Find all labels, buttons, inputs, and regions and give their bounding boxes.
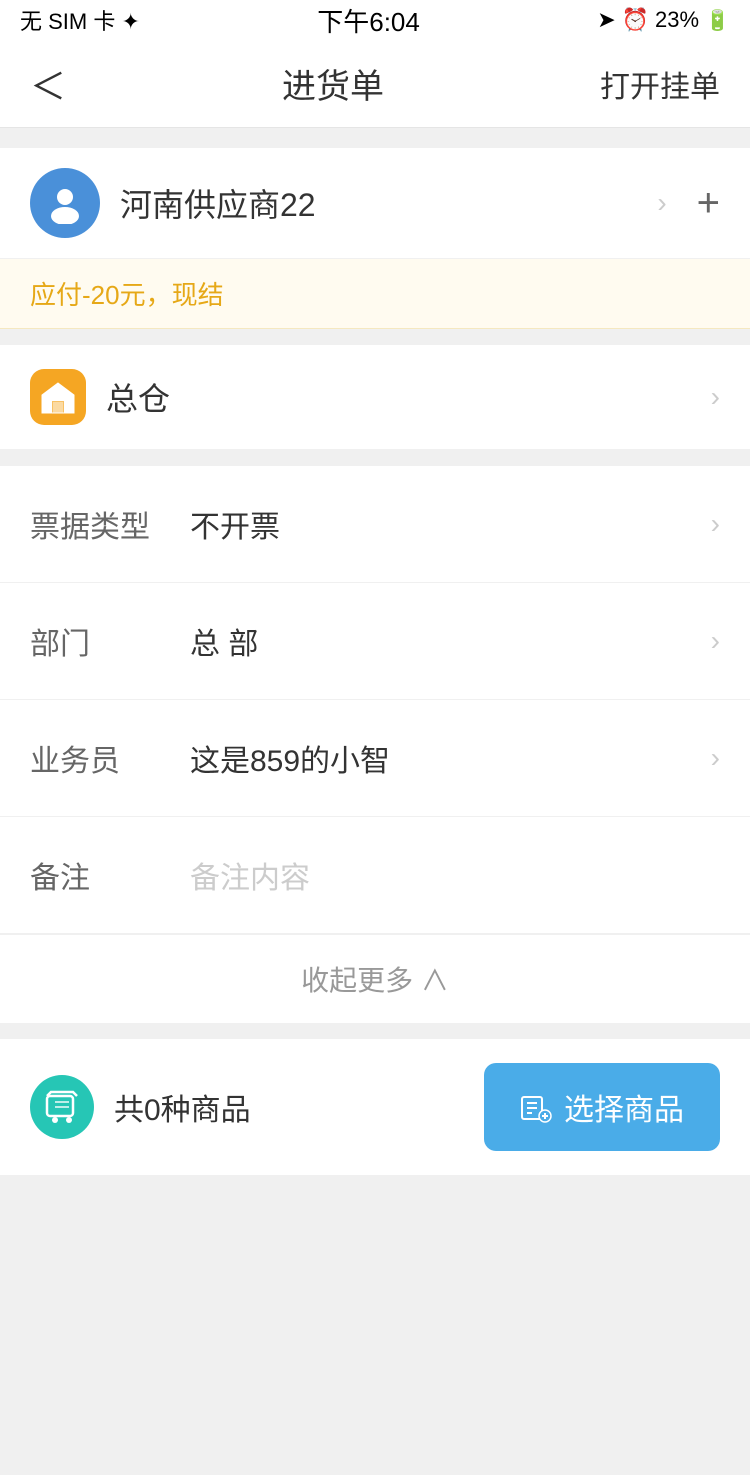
shopping-cart-icon [43,1088,81,1126]
remark-label: 备注 [30,853,170,897]
invoice-type-value: 不开票 [190,502,711,546]
select-product-label: 选择商品 [564,1085,684,1129]
department-value: 总 部 [190,619,711,663]
home-icon [40,379,76,415]
mid-divider [0,329,750,345]
collapse-button[interactable]: 收起更多 ∧ [0,934,750,1023]
status-bar: 无 SIM 卡 ✦ 下午6:04 ➤ ⏰ 23% 🔋 [0,0,750,40]
product-count: 共0种商品 [114,1085,464,1129]
back-button[interactable]: ＜ [30,58,66,110]
status-right: ➤ ⏰ 23% 🔋 [597,7,730,33]
form-section: 票据类型 不开票 › 部门 总 部 › 业务员 这是859的小智 › 备注 备注… [0,466,750,1023]
remark-input[interactable]: 备注内容 [190,853,720,897]
alarm-icon: ⏰ [622,7,649,33]
salesperson-chevron-icon: › [711,742,720,774]
supplier-name: 河南供应商22 [120,180,657,226]
add-supplier-button[interactable]: + [697,183,720,223]
location-icon: ➤ [597,7,615,33]
battery-text: 23% [655,7,699,33]
remark-row[interactable]: 备注 备注内容 [0,817,750,934]
open-pending-button[interactable]: 打开挂单 [600,62,720,106]
cart-icon [30,1075,94,1139]
page-title: 进货单 [282,59,384,108]
warehouse-chevron-icon: › [711,381,720,413]
user-icon [44,182,86,224]
warehouse-name: 总仓 [106,374,711,420]
department-chevron-icon: › [711,625,720,657]
department-row[interactable]: 部门 总 部 › [0,583,750,700]
supplier-avatar [30,168,100,238]
salesperson-row[interactable]: 业务员 这是859的小智 › [0,700,750,817]
select-product-button[interactable]: 选择商品 [484,1063,720,1151]
supplier-chevron-icon: › [657,187,666,219]
department-label: 部门 [30,619,170,663]
top-divider [0,128,750,148]
background-fill [0,1175,750,1475]
signal-text: 无 SIM 卡 ✦ [20,4,140,36]
supplier-row[interactable]: 河南供应商22 › + [0,148,750,259]
salesperson-value: 这是859的小智 [190,736,711,780]
invoice-type-row[interactable]: 票据类型 不开票 › [0,466,750,583]
nav-bar: ＜ 进货单 打开挂单 [0,40,750,128]
bottom-bar: 共0种商品 选择商品 [0,1039,750,1175]
invoice-type-label: 票据类型 [30,502,170,546]
supplier-alert: 应付-20元，现结 [0,259,750,329]
invoice-type-chevron-icon: › [711,508,720,540]
battery-icon: 🔋 [705,8,730,33]
status-time: 下午6:04 [317,2,420,39]
salesperson-label: 业务员 [30,736,170,780]
status-left: 无 SIM 卡 ✦ [20,4,140,36]
warehouse-row[interactable]: 总仓 › [0,345,750,450]
warehouse-icon [30,369,86,425]
select-product-icon [520,1091,552,1123]
